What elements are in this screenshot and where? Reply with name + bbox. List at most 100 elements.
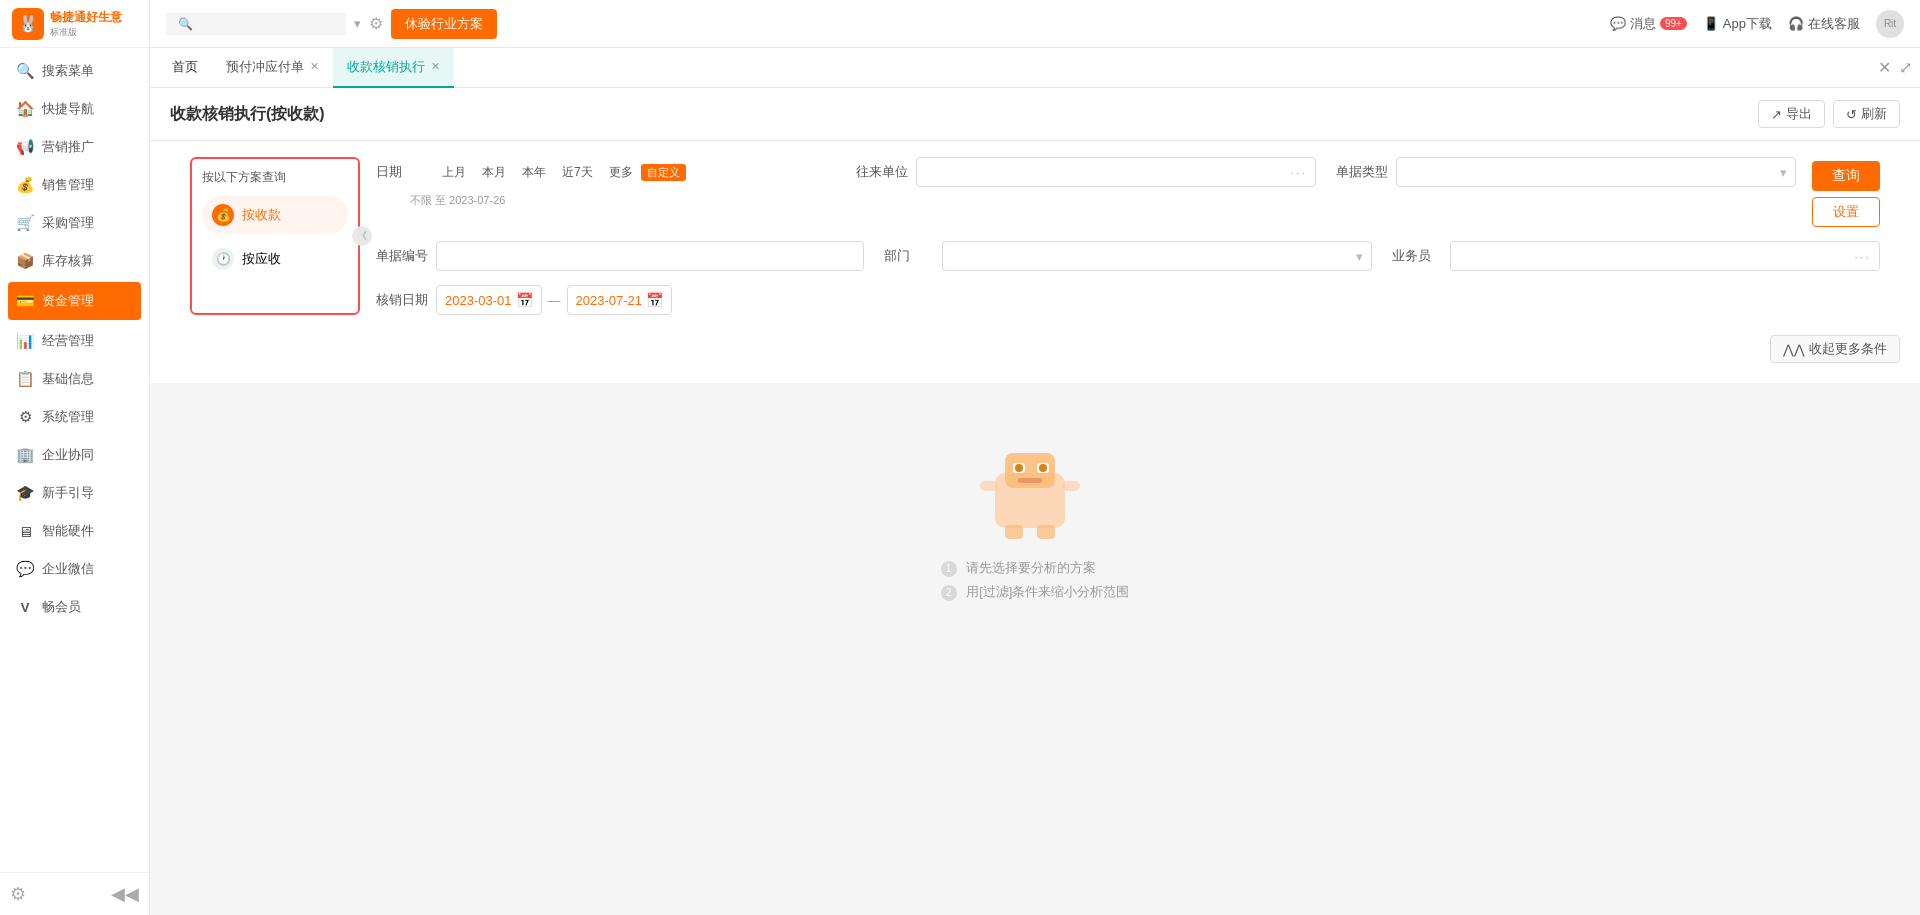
home-icon: 🏠 — [16, 100, 34, 118]
receipt-icon: 💰 — [212, 204, 234, 226]
settings-icon[interactable]: ⚙ — [10, 883, 26, 905]
svg-point-4 — [1015, 464, 1023, 472]
refresh-btn[interactable]: ↺ 刷新 — [1833, 100, 1900, 128]
basic-info-icon: 📋 — [16, 370, 34, 388]
headset-icon: 🎧 — [1788, 16, 1804, 31]
page-actions: ↗ 导出 ↺ 刷新 — [1758, 100, 1900, 128]
tab-close-receipt[interactable]: ✕ — [431, 60, 440, 73]
dept-select[interactable]: ▾ — [942, 241, 1372, 271]
date-tab-more[interactable]: 更多 — [601, 162, 641, 183]
purchase-icon: 🛒 — [16, 214, 34, 232]
staff-input[interactable]: ··· — [1450, 241, 1880, 271]
filter-form: 日期 上月 本月 本年 近7天 更多 自定义 — [376, 157, 1880, 315]
counterpart-input[interactable]: ··· — [916, 157, 1316, 187]
setting-btn[interactable]: 设置 — [1812, 197, 1880, 227]
svg-rect-10 — [1062, 481, 1080, 491]
message-btn[interactable]: 💬 消息 99+ — [1610, 15, 1687, 33]
bill-no-input[interactable] — [436, 241, 864, 271]
counterpart-filter: 往来单位 ··· — [856, 157, 1316, 187]
gear-icon[interactable]: ⚙ — [369, 14, 383, 33]
export-btn[interactable]: ↗ 导出 — [1758, 100, 1825, 128]
marketing-icon: 📢 — [16, 138, 34, 156]
tab-bar-right: ✕ ⤢ — [1878, 58, 1912, 77]
empty-tips: 1 请先选择要分析的方案 2 用[过滤]条件来缩小分析范围 — [941, 559, 1130, 607]
hardware-icon: 🖥 — [16, 522, 34, 540]
sidebar-item-inventory[interactable]: 📦 库存核算 — [0, 242, 149, 280]
date-tab-thisyear[interactable]: 本年 — [514, 162, 554, 183]
date-filter: 日期 上月 本月 本年 近7天 更多 自定义 — [376, 162, 836, 183]
dept-filter: 部门 ▾ — [884, 241, 1372, 271]
bill-type-select[interactable]: ▾ — [1396, 157, 1796, 187]
date-tabs: 上月 本月 本年 近7天 更多 自定义 — [434, 162, 686, 183]
filter-area: 按以下方案查询 💰 按收款 🕐 按应收 《 — [170, 141, 1900, 331]
content-area: 收款核销执行(按收款) ↗ 导出 ↺ 刷新 按以下方案查询 💰 — [150, 88, 1920, 915]
logo: 🐰 畅捷通好生意 标准版 — [0, 0, 149, 48]
tab-home[interactable]: 首页 — [158, 48, 212, 88]
industry-btn[interactable]: 休验行业方案 — [391, 9, 497, 39]
sidebar-item-guide[interactable]: 🎓 新手引导 — [0, 474, 149, 512]
query-btn[interactable]: 查询 — [1812, 161, 1880, 191]
sidebar-item-wechat[interactable]: 💬 企业微信 — [0, 550, 149, 588]
tab-close-all[interactable]: ✕ — [1878, 58, 1891, 77]
empty-illustration — [975, 443, 1095, 543]
counterpart-more-icon[interactable]: ··· — [1290, 165, 1307, 180]
message-icon: 💬 — [1610, 16, 1626, 31]
collapse-icon[interactable]: ◀◀ — [111, 883, 139, 905]
bill-type-filter: 单据类型 ▾ — [1336, 157, 1796, 187]
sidebar-bottom: ⚙ ◀◀ — [0, 872, 149, 915]
verify-date-to[interactable]: 2023-07-21 📅 — [567, 285, 673, 315]
query-by-receipt[interactable]: 💰 按收款 — [202, 196, 348, 234]
tab-receipt[interactable]: 收款核销执行 ✕ — [333, 48, 454, 88]
sidebar-item-marketing[interactable]: 📢 营销推广 — [0, 128, 149, 166]
tab-close-prepay[interactable]: ✕ — [310, 60, 319, 73]
header-search-box[interactable]: 🔍 — [166, 13, 346, 35]
sidebar-item-enterprise[interactable]: 🏢 企业协同 — [0, 436, 149, 474]
tab-prepay[interactable]: 预付冲应付单 ✕ — [212, 48, 333, 88]
sidebar-item-sales[interactable]: 💰 销售管理 — [0, 166, 149, 204]
svg-rect-8 — [1037, 525, 1055, 539]
filter-row-1: 日期 上月 本月 本年 近7天 更多 自定义 — [376, 157, 1796, 187]
sidebar-item-search[interactable]: 🔍 搜索菜单 — [0, 52, 149, 90]
svg-point-5 — [1039, 464, 1047, 472]
tab-expand[interactable]: ⤢ — [1899, 58, 1912, 77]
app-download-btn[interactable]: 📱 App下载 — [1703, 15, 1772, 33]
calendar-icon-2: 📅 — [646, 292, 663, 308]
sidebar-item-system[interactable]: ⚙ 系统管理 — [0, 398, 149, 436]
bill-no-filter: 单据编号 — [376, 241, 864, 271]
dropdown-icon[interactable]: ▾ — [354, 16, 361, 31]
more-conditions-btn[interactable]: ⋀⋀ 收起更多条件 — [1770, 335, 1900, 363]
main-area: 🔍 ▾ ⚙ 休验行业方案 💬 消息 99+ 📱 App下载 🎧 在线客服 Ri — [150, 0, 1920, 915]
svg-rect-9 — [980, 481, 998, 491]
sidebar-item-hardware[interactable]: 🖥 智能硬件 — [0, 512, 149, 550]
date-tab-7days[interactable]: 近7天 — [554, 162, 601, 183]
filter-row-3: 核销日期 2023-03-01 📅 — 2023-07-21 📅 — [376, 285, 1880, 315]
sidebar: 🐰 畅捷通好生意 标准版 🔍 搜索菜单 🏠 快捷导航 📢 营销推广 💰 销售管理… — [0, 0, 150, 915]
sidebar-nav: 🔍 搜索菜单 🏠 快捷导航 📢 营销推广 💰 销售管理 🛒 采购管理 📦 库存核… — [0, 48, 149, 872]
online-service-btn[interactable]: 🎧 在线客服 — [1788, 15, 1860, 33]
sidebar-item-operation[interactable]: 📊 经营管理 — [0, 322, 149, 360]
custom-tag[interactable]: 自定义 — [641, 164, 686, 181]
staff-more-icon[interactable]: ··· — [1854, 249, 1871, 264]
query-panel: 按以下方案查询 💰 按收款 🕐 按应收 《 — [190, 157, 360, 315]
enterprise-icon: 🏢 — [16, 446, 34, 464]
sidebar-item-member[interactable]: V 畅会员 — [0, 588, 149, 626]
query-btn-group: 查询 设置 — [1812, 161, 1880, 227]
logo-text: 畅捷通好生意 标准版 — [50, 9, 122, 39]
app-icon: 📱 — [1703, 16, 1719, 31]
date-tab-lastmonth[interactable]: 上月 — [434, 162, 474, 183]
sidebar-item-basic-info[interactable]: 📋 基础信息 — [0, 360, 149, 398]
staff-filter: 业务员 ··· — [1392, 241, 1880, 271]
sidebar-item-quick-nav[interactable]: 🏠 快捷导航 — [0, 90, 149, 128]
sidebar-item-purchase[interactable]: 🛒 采购管理 — [0, 204, 149, 242]
receivable-icon: 🕐 — [212, 248, 234, 270]
sidebar-item-finance[interactable]: 💳 资金管理 — [8, 282, 141, 320]
date-tab-thismonth[interactable]: 本月 — [474, 162, 514, 183]
search-icon: 🔍 — [16, 62, 34, 80]
verify-date-from[interactable]: 2023-03-01 📅 — [436, 285, 542, 315]
robot-svg — [975, 443, 1095, 543]
filter-row-2: 单据编号 部门 ▾ 业务员 — [376, 241, 1880, 271]
user-avatar[interactable]: Rit — [1876, 10, 1904, 38]
panel-collapse-btn[interactable]: 《 — [352, 226, 372, 246]
verify-date-range: 2023-03-01 📅 — 2023-07-21 📅 — [436, 285, 672, 315]
query-by-receivable[interactable]: 🕐 按应收 — [202, 240, 348, 278]
